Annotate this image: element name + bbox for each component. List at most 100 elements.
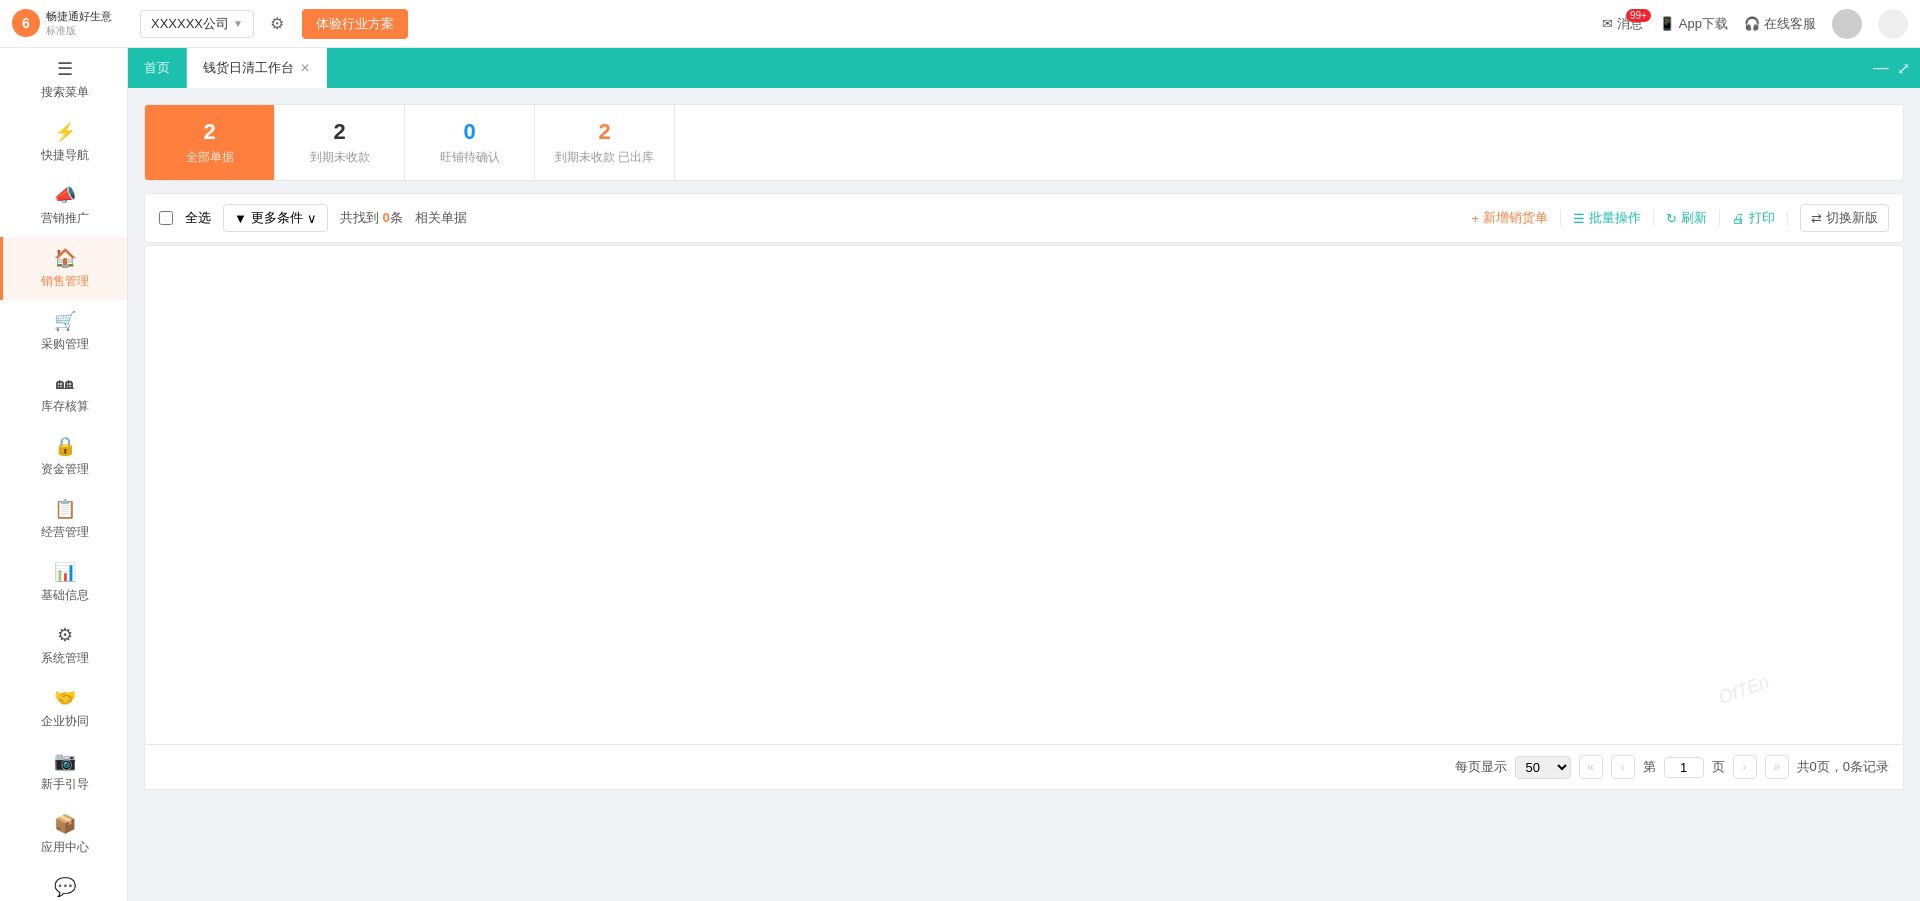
stats-label-pending: 旺铺待确认 bbox=[425, 149, 514, 166]
avatar[interactable] bbox=[1832, 9, 1862, 39]
search-menu-icon: ☰ bbox=[57, 58, 73, 80]
stats-label-overdue-shipped: 到期未收款 已出库 bbox=[555, 149, 654, 166]
stats-tab-all[interactable]: 2 全部单据 bbox=[145, 105, 275, 180]
service-icon: 🎧 bbox=[1744, 16, 1760, 31]
sidebar-label: 搜索菜单 bbox=[41, 84, 89, 101]
sidebar-label: 快捷导航 bbox=[41, 147, 89, 164]
sidebar-item-search-menu[interactable]: ☰ 搜索菜单 bbox=[0, 48, 127, 111]
first-page-btn[interactable]: « bbox=[1579, 755, 1603, 779]
guide-icon: 📷 bbox=[54, 750, 76, 772]
sidebar-item-app-center[interactable]: 📦 应用中心 bbox=[0, 803, 127, 866]
company-name: XXXXXX公司 bbox=[151, 15, 229, 33]
nav-message[interactable]: ✉ 消息 99+ bbox=[1602, 15, 1643, 33]
batch-icon: ☰ bbox=[1573, 211, 1585, 226]
divider bbox=[1560, 210, 1561, 226]
message-badge: 99+ bbox=[1626, 9, 1651, 22]
refresh-btn[interactable]: ↻ 刷新 bbox=[1666, 209, 1707, 227]
sidebar-label: 营销推广 bbox=[41, 210, 89, 227]
sidebar-label: 系统管理 bbox=[41, 650, 89, 667]
stats-label-all: 全部单据 bbox=[165, 149, 254, 166]
settings-icon[interactable]: ⚙ bbox=[262, 9, 292, 39]
per-page-label: 每页显示 bbox=[1455, 758, 1507, 776]
batch-btn[interactable]: ☰ 批量操作 bbox=[1573, 209, 1641, 227]
sidebar-item-marketing[interactable]: 📣 营销推广 bbox=[0, 174, 127, 237]
avatar-extra bbox=[1878, 9, 1908, 39]
stats-count-overdue-shipped: 2 bbox=[555, 119, 654, 145]
tab-bar: 首页 钱货日清工作台 ✕ — ⤢ bbox=[128, 48, 1920, 88]
sidebar-label: 库存核算 bbox=[41, 398, 89, 415]
app-center-icon: 📦 bbox=[54, 813, 76, 835]
filter-icon: ▼ bbox=[234, 211, 247, 226]
toolbar-right: + 新增销货单 ☰ 批量操作 ↻ 刷新 🖨 打印 ⇄ 切换新版 bbox=[1471, 204, 1889, 232]
prev-page-btn[interactable]: ‹ bbox=[1611, 755, 1635, 779]
nav-service[interactable]: 🎧 在线客服 bbox=[1744, 15, 1816, 33]
sales-icon: 🏠 bbox=[54, 247, 76, 269]
per-page-select[interactable]: 50 100 200 bbox=[1515, 756, 1571, 779]
last-page-btn[interactable]: » bbox=[1765, 755, 1789, 779]
total-info: 共0页，0条记录 bbox=[1797, 758, 1889, 776]
empty-area bbox=[145, 246, 1903, 646]
sidebar-item-basic-info[interactable]: 📊 基础信息 bbox=[0, 551, 127, 614]
chevron-down-icon: ∨ bbox=[307, 211, 317, 226]
divider3 bbox=[1719, 210, 1720, 226]
sidebar-item-quick-nav[interactable]: ⚡ 快捷导航 bbox=[0, 111, 127, 174]
tab-cashflow[interactable]: 钱货日清工作台 ✕ bbox=[187, 48, 327, 88]
nav-app-download[interactable]: 📱 App下载 bbox=[1659, 15, 1728, 33]
purchase-icon: 🛒 bbox=[54, 310, 76, 332]
sidebar-label: 资金管理 bbox=[41, 461, 89, 478]
tab-close-icon[interactable]: ✕ bbox=[300, 61, 310, 75]
finance-icon: 🔒 bbox=[54, 435, 76, 457]
switch-version-btn[interactable]: ⇄ 切换新版 bbox=[1800, 204, 1889, 232]
page-prefix: 第 bbox=[1643, 758, 1656, 776]
sidebar-item-inventory[interactable]: 🏘 库存核算 bbox=[0, 363, 127, 425]
experience-btn[interactable]: 体验行业方案 bbox=[302, 9, 408, 39]
tab-minimize-icon[interactable]: — bbox=[1873, 59, 1889, 77]
stats-tab-overdue-shipped[interactable]: 2 到期未收款 已出库 bbox=[535, 105, 675, 180]
select-all-checkbox[interactable] bbox=[159, 211, 173, 225]
sidebar-label: 销售管理 bbox=[41, 273, 89, 290]
sidebar-item-management[interactable]: 📋 经营管理 bbox=[0, 488, 127, 551]
stats-tab-overdue[interactable]: 2 到期未收款 bbox=[275, 105, 405, 180]
sidebar-label: 采购管理 bbox=[41, 336, 89, 353]
logo-badge: 标准版 bbox=[46, 24, 112, 38]
company-selector[interactable]: XXXXXX公司 ▼ bbox=[140, 10, 254, 38]
inventory-icon: 🏘 bbox=[56, 373, 74, 394]
main-content: 2 全部单据 2 到期未收款 0 旺铺待确认 2 到期未收款 已出库 全选 ▼ … bbox=[128, 88, 1920, 901]
sidebar-label: 应用中心 bbox=[41, 839, 89, 856]
tab-home[interactable]: 首页 bbox=[128, 48, 187, 88]
message-icon: ✉ bbox=[1602, 16, 1613, 31]
top-header: 6 畅捷通好生意 标准版 XXXXXX公司 ▼ ⚙ 体验行业方案 ✉ 消息 99… bbox=[0, 0, 1920, 48]
sidebar: ☰ 搜索菜单 ⚡ 快捷导航 📣 营销推广 🏠 销售管理 🛒 采购管理 🏘 库存核… bbox=[0, 48, 128, 901]
sidebar-item-cooperation[interactable]: 🤝 企业协同 bbox=[0, 677, 127, 740]
sidebar-item-guide[interactable]: 📷 新手引导 bbox=[0, 740, 127, 803]
related-label: 相关单据 bbox=[415, 209, 467, 227]
wechat-icon: 💬 bbox=[54, 876, 76, 898]
toolbar: 全选 ▼ 更多条件 ∨ 共找到 0条 相关单据 + 新增销货单 ☰ 批量操作 ↻… bbox=[144, 193, 1904, 243]
system-icon: ⚙ bbox=[57, 624, 73, 646]
page-suffix: 页 bbox=[1712, 758, 1725, 776]
sidebar-item-finance[interactable]: 🔒 资金管理 bbox=[0, 425, 127, 488]
refresh-icon: ↻ bbox=[1666, 211, 1677, 226]
filter-btn[interactable]: ▼ 更多条件 ∨ bbox=[223, 204, 328, 232]
sidebar-item-system[interactable]: ⚙ 系统管理 bbox=[0, 614, 127, 677]
sidebar-item-purchase[interactable]: 🛒 采购管理 bbox=[0, 300, 127, 363]
page-input[interactable] bbox=[1664, 757, 1704, 778]
sidebar-item-wechat[interactable]: 💬 企业微信 bbox=[0, 866, 127, 901]
tab-actions: — ⤢ bbox=[1873, 59, 1920, 78]
quick-nav-icon: ⚡ bbox=[54, 121, 76, 143]
app-icon: 📱 bbox=[1659, 16, 1675, 31]
stats-label-overdue: 到期未收款 bbox=[295, 149, 384, 166]
stats-tabs: 2 全部单据 2 到期未收款 0 旺铺待确认 2 到期未收款 已出库 bbox=[144, 104, 1904, 181]
next-page-btn[interactable]: › bbox=[1733, 755, 1757, 779]
sidebar-item-sales[interactable]: 🏠 销售管理 bbox=[0, 237, 127, 300]
stats-count-overdue: 2 bbox=[295, 119, 384, 145]
found-count: 0 bbox=[383, 210, 390, 225]
sidebar-label: 新手引导 bbox=[41, 776, 89, 793]
sidebar-label: 基础信息 bbox=[41, 587, 89, 604]
add-sales-btn[interactable]: + 新增销货单 bbox=[1471, 209, 1548, 227]
stats-tab-pending[interactable]: 0 旺铺待确认 bbox=[405, 105, 535, 180]
management-icon: 📋 bbox=[54, 498, 76, 520]
tab-maximize-icon[interactable]: ⤢ bbox=[1897, 59, 1910, 78]
print-btn[interactable]: 🖨 打印 bbox=[1732, 209, 1775, 227]
dropdown-arrow-icon: ▼ bbox=[233, 18, 243, 29]
